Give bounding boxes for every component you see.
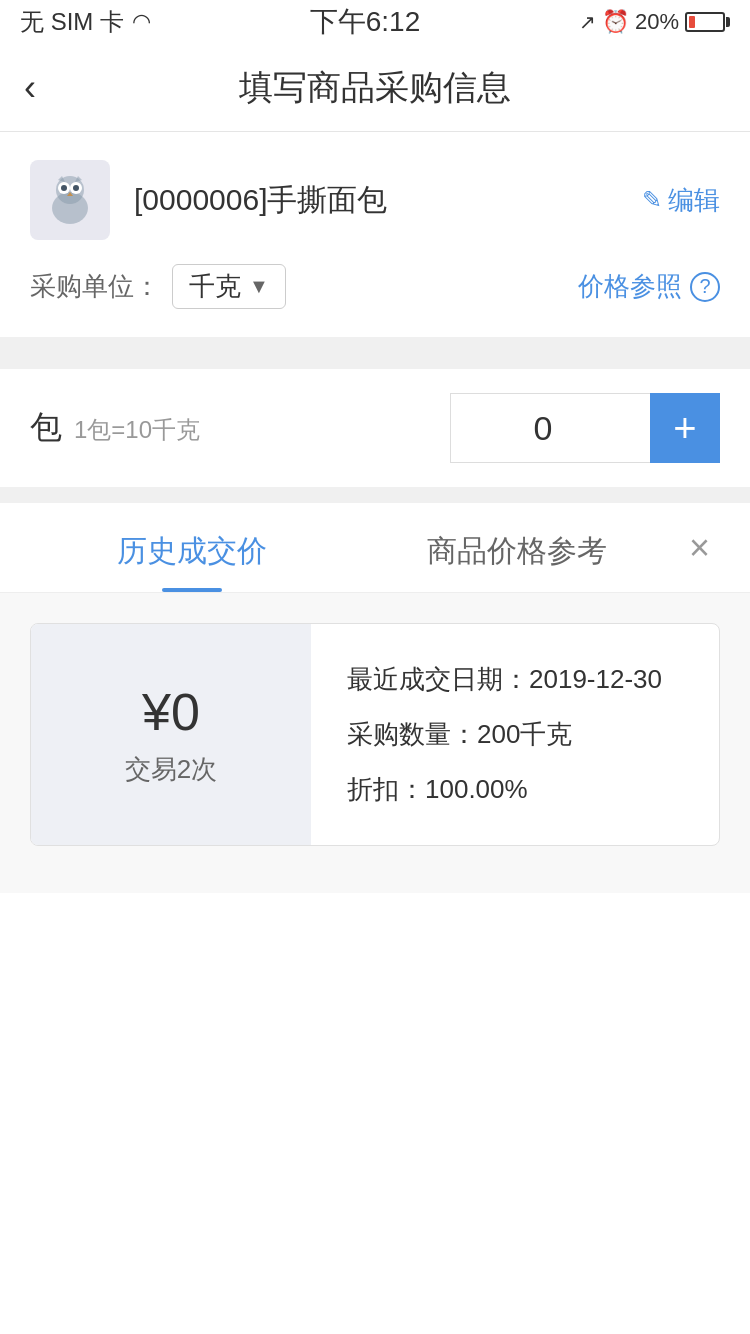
- product-logo-svg: [40, 170, 100, 230]
- detail-row-discount: 折扣：100.00%: [347, 770, 683, 809]
- page-title: 填写商品采购信息: [239, 65, 511, 111]
- unit-dropdown[interactable]: 千克 ▼: [172, 264, 286, 309]
- battery-percent: 20%: [635, 9, 679, 35]
- purchase-unit-area: 采购单位： 千克 ▼: [30, 264, 286, 309]
- status-left: 无 SIM 卡 ◠: [20, 6, 151, 38]
- status-bar: 无 SIM 卡 ◠ 下午6:12 ↗ ⏰ 20%: [0, 0, 750, 44]
- quantity-conversion: 1包=10千克: [74, 414, 200, 446]
- detail-row-date: 最近成交日期：2019-12-30: [347, 660, 683, 699]
- quantity-input[interactable]: [450, 393, 650, 463]
- battery-icon: [685, 12, 730, 32]
- tab-product-price-ref[interactable]: 商品价格参考: [354, 503, 678, 592]
- purchase-unit-label: 采购单位：: [30, 269, 160, 304]
- battery-tip: [726, 17, 730, 27]
- back-button[interactable]: ‹: [24, 67, 36, 109]
- date-value: 2019-12-30: [529, 664, 662, 694]
- product-header: [0000006]手撕面包 ✎ 编辑: [30, 160, 720, 240]
- tab-close-button[interactable]: ×: [679, 517, 720, 579]
- quantity-plus-button[interactable]: +: [650, 393, 720, 463]
- quantity-row: 包 1包=10千克 +: [0, 369, 750, 487]
- quantity-unit-label: 包: [30, 406, 62, 450]
- location-icon: ↗: [579, 10, 596, 34]
- alarm-icon: ⏰: [602, 9, 629, 35]
- quantity-input-area: +: [450, 393, 720, 463]
- status-right: ↗ ⏰ 20%: [579, 9, 730, 35]
- unit-value: 千克: [189, 269, 241, 304]
- product-name-area: [0000006]手撕面包: [134, 180, 642, 221]
- edit-icon: ✎: [642, 186, 662, 214]
- wifi-icon: ◠: [132, 9, 151, 35]
- product-purchase-row: 采购单位： 千克 ▼ 价格参照 ?: [30, 264, 720, 309]
- discount-value: 100.00%: [425, 774, 528, 804]
- tabs-header: 历史成交价 商品价格参考 ×: [0, 503, 750, 592]
- price-times: 交易2次: [125, 752, 217, 787]
- price-ref-label: 价格参照: [578, 269, 682, 304]
- product-name: [0000006]手撕面包: [134, 180, 642, 221]
- transaction-card: ¥0 交易2次 最近成交日期：2019-12-30 采购数量：200千克 折扣：…: [30, 623, 720, 846]
- quantity-label-area: 包 1包=10千克: [30, 406, 200, 450]
- help-icon: ?: [690, 272, 720, 302]
- bottom-area: [0, 893, 750, 1334]
- detail-row-qty: 采购数量：200千克: [347, 715, 683, 754]
- qty-value: 200千克: [477, 719, 572, 749]
- svg-point-3: [61, 185, 67, 191]
- product-logo: [30, 160, 110, 240]
- battery-fill: [689, 16, 695, 28]
- nav-bar: ‹ 填写商品采购信息: [0, 44, 750, 132]
- transaction-details-side: 最近成交日期：2019-12-30 采购数量：200千克 折扣：100.00%: [311, 624, 719, 845]
- discount-label: 折扣：: [347, 774, 425, 804]
- content-area: ¥0 交易2次 最近成交日期：2019-12-30 采购数量：200千克 折扣：…: [0, 593, 750, 893]
- svg-point-5: [73, 185, 79, 191]
- product-section: [0000006]手撕面包 ✎ 编辑 采购单位： 千克 ▼ 价格参照 ?: [0, 132, 750, 337]
- transaction-price-side: ¥0 交易2次: [31, 624, 311, 845]
- edit-button[interactable]: ✎ 编辑: [642, 183, 720, 218]
- tab-history-price[interactable]: 历史成交价: [30, 503, 354, 592]
- sim-text: 无 SIM 卡: [20, 6, 124, 38]
- divider-bar: [0, 353, 750, 369]
- price-ref-button[interactable]: 价格参照 ?: [578, 269, 720, 304]
- price-amount: ¥0: [142, 682, 200, 742]
- tabs-section: 历史成交价 商品价格参考 ×: [0, 503, 750, 593]
- dropdown-arrow-icon: ▼: [249, 275, 269, 298]
- date-label: 最近成交日期：: [347, 664, 529, 694]
- qty-label: 采购数量：: [347, 719, 477, 749]
- time-display: 下午6:12: [310, 3, 421, 41]
